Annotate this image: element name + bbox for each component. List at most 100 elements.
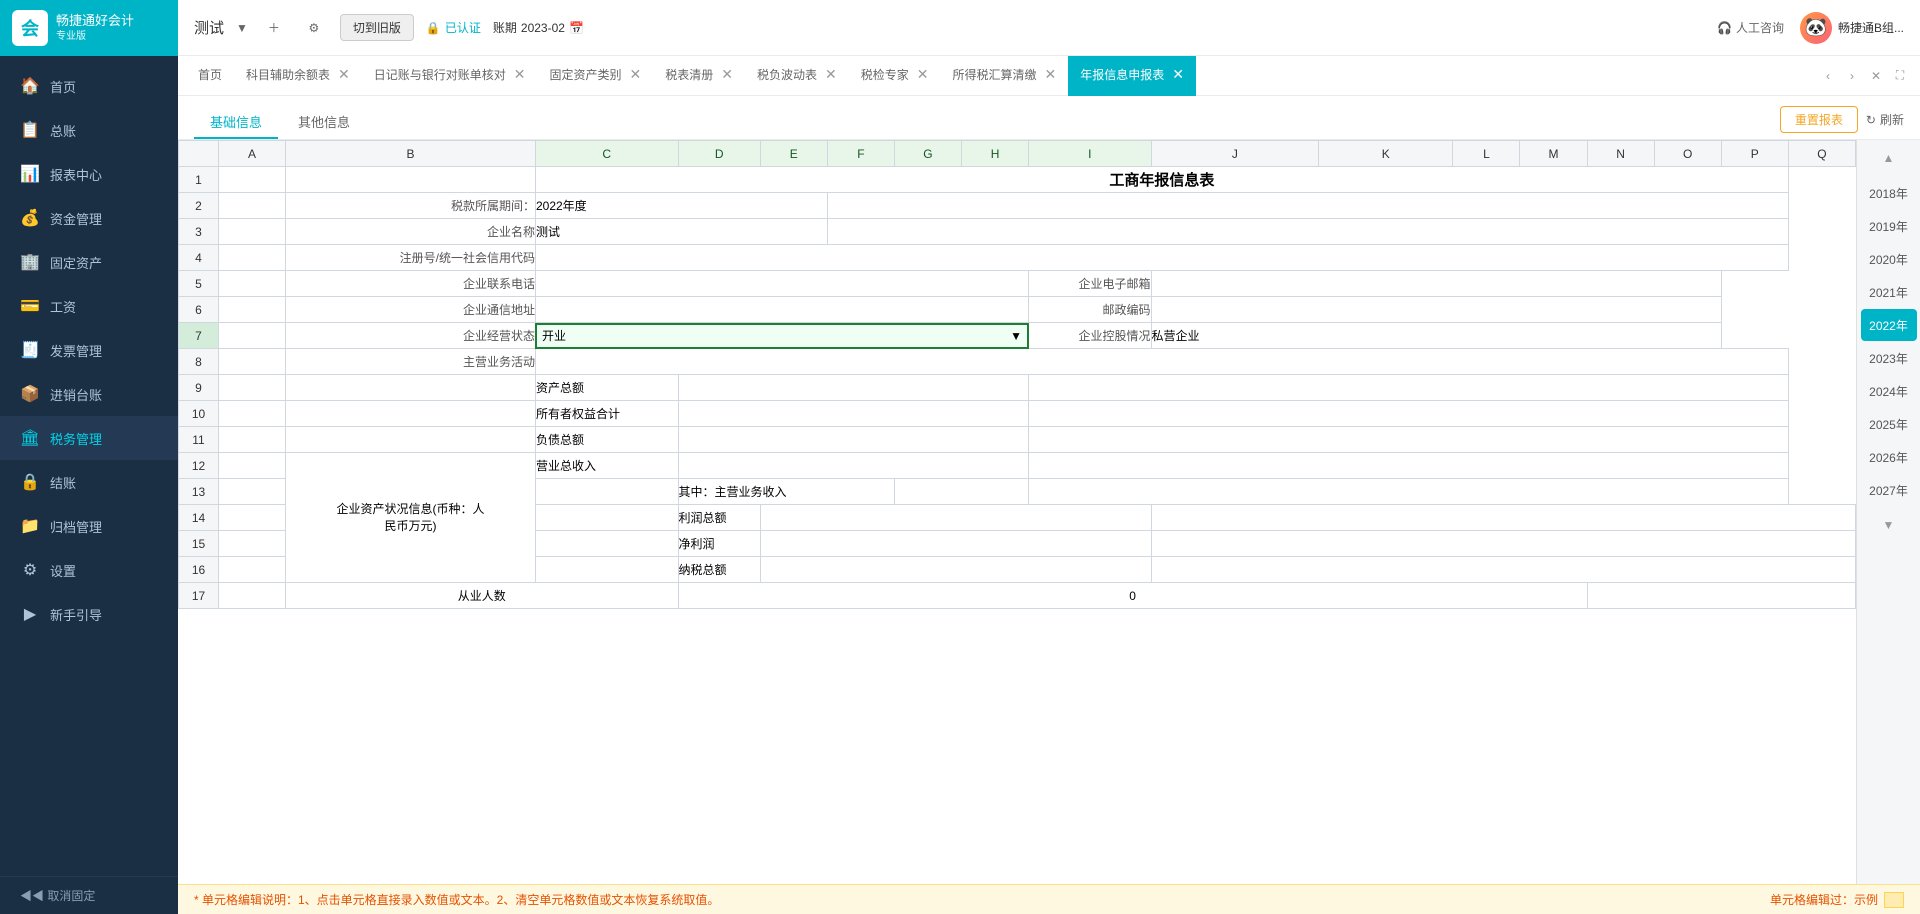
sidebar-item-close[interactable]: 🔒 结账 <box>0 460 178 504</box>
email-cell[interactable] <box>1151 271 1721 297</box>
service-btn[interactable]: 🎧 人工咨询 <box>1717 19 1784 36</box>
net-profit-cell[interactable] <box>760 531 1151 557</box>
topbar-add-btn[interactable]: ＋ <box>260 14 288 42</box>
sidebar-item-guide[interactable]: ▶ 新手引导 <box>0 592 178 636</box>
postcode-cell[interactable] <box>1151 297 1721 323</box>
sidebar-item-invoice[interactable]: 🧾 发票管理 <box>0 328 178 372</box>
title-cell[interactable]: 工商年报信息表 <box>535 167 1788 193</box>
tab-prev-btn[interactable]: ‹ <box>1816 64 1840 88</box>
reg-no-cell[interactable] <box>535 245 1788 271</box>
equity-cell[interactable] <box>678 401 1029 427</box>
address-cell[interactable] <box>535 297 1028 323</box>
year-item-2021年[interactable]: 2021年 <box>1861 276 1917 308</box>
tab-close-fixed[interactable]: ✕ <box>630 66 642 83</box>
reset-btn[interactable]: 重置报表 <box>1780 106 1858 133</box>
phone-cell[interactable] <box>535 271 1028 297</box>
tab-taxcheck[interactable]: 税检专家 ✕ <box>849 56 941 96</box>
sidebar-item-settings[interactable]: ⚙ 设置 <box>0 548 178 592</box>
profit-label: 利润总额 <box>678 505 760 531</box>
col-header-f: F <box>827 141 894 167</box>
avatar: 🐼 <box>1800 12 1832 44</box>
subtab-other[interactable]: 其他信息 <box>282 106 366 139</box>
tab-next-btn[interactable]: › <box>1840 64 1864 88</box>
tab-close-taxreturn[interactable]: ✕ <box>721 66 733 83</box>
tab-aux[interactable]: 科目辅助余额表✕ <box>234 56 362 96</box>
tab-taxreturn[interactable]: 税表清册✕ <box>653 56 745 96</box>
pin-button[interactable]: ◀◀ 取消固定 <box>0 876 178 914</box>
company-name-cell[interactable]: 测试 <box>535 219 827 245</box>
close-icon: 🔒 <box>20 472 40 492</box>
table-row: 6 企业通信地址 邮政编码 <box>179 297 1856 323</box>
topbar-settings-btn[interactable]: ⚙ <box>300 14 328 42</box>
inventory-icon: 📦 <box>20 384 40 404</box>
year-item-2026年[interactable]: 2026年 <box>1861 441 1917 473</box>
tax-icon: 🏛 <box>20 428 40 448</box>
equity-label: 所有者权益合计 <box>535 401 678 427</box>
main-revenue-cell[interactable] <box>894 479 1028 505</box>
tab-close-annual[interactable]: ✕ <box>1172 66 1184 83</box>
topbar-switch-btn[interactable]: 切到旧版 <box>340 14 414 41</box>
year-item-2020年[interactable]: 2020年 <box>1861 243 1917 275</box>
tab-close-all-btn[interactable]: ✕ <box>1864 64 1888 88</box>
sidebar-item-salary[interactable]: 💳 工资 <box>0 284 178 328</box>
year-item-2025年[interactable]: 2025年 <box>1861 408 1917 440</box>
tab-journal[interactable]: 日记账与银行对账单核对✕ <box>362 56 538 96</box>
table-row: 9 资产总额 <box>179 375 1856 401</box>
col-header-i: I <box>1029 141 1151 167</box>
revenue-cell[interactable] <box>678 453 1029 479</box>
sidebar-item-report[interactable]: 📊 报表中心 <box>0 152 178 196</box>
year-item-2027年[interactable]: 2027年 <box>1861 474 1917 506</box>
topbar-dropdown-btn[interactable]: ▼ <box>236 21 248 35</box>
year-item-2019年[interactable]: 2019年 <box>1861 210 1917 242</box>
year-item-2023年[interactable]: 2023年 <box>1861 342 1917 374</box>
year-scroll-down-btn[interactable]: ▼ <box>1869 511 1909 539</box>
holding-cell[interactable]: 私营企业 <box>1151 323 1721 349</box>
col-header-h: H <box>961 141 1028 167</box>
year-item-2022年[interactable]: 2022年 <box>1861 309 1917 341</box>
tab-close-journal[interactable]: ✕ <box>514 66 526 83</box>
tab-annual[interactable]: 年报信息申报表✕ <box>1068 56 1196 96</box>
tab-taxwave[interactable]: 税负波动表 ✕ <box>745 56 849 96</box>
tab-fixed[interactable]: 固定资产类别✕ <box>538 56 654 96</box>
tab-close-aux[interactable]: ✕ <box>338 66 350 83</box>
business-status-cell[interactable]: 开业 ▼ <box>535 323 1028 349</box>
subtab-basic[interactable]: 基础信息 <box>194 106 278 139</box>
tab-expand-btn[interactable]: ⛶ <box>1888 64 1912 88</box>
employees-cell[interactable]: 0 <box>678 583 1587 609</box>
tab-close-taxwave[interactable]: ✕ <box>825 66 837 83</box>
sidebar-item-asset[interactable]: 🏢 固定资产 <box>0 240 178 284</box>
sidebar-item-archive[interactable]: 📁 归档管理 <box>0 504 178 548</box>
tax-total-label: 纳税总额 <box>678 557 760 583</box>
profit-cell[interactable] <box>760 505 1151 531</box>
liabilities-cell[interactable] <box>678 427 1029 453</box>
tab-label-taxcheck: 税检专家 <box>861 66 909 83</box>
topbar-title: 测试 <box>194 17 224 38</box>
table-row: 12 企业资产状况信息(币种：人民币万元) 营业总收入 <box>179 453 1856 479</box>
tab-close-incometax[interactable]: ✕ <box>1045 66 1057 83</box>
tab-home[interactable]: 首页 <box>186 56 234 96</box>
sidebar-item-tax[interactable]: 🏛 税务管理 <box>0 416 178 460</box>
tax-total-cell[interactable] <box>760 557 1151 583</box>
table-row: 10 所有者权益合计 <box>179 401 1856 427</box>
tab-label-taxwave: 税负波动表 <box>757 66 817 83</box>
tab-incometax[interactable]: 所得税汇算清缴✕ <box>941 56 1069 96</box>
sidebar-item-inventory[interactable]: 📦 进销台账 <box>0 372 178 416</box>
year-scroll-up-btn[interactable]: ▲ <box>1869 144 1909 172</box>
sidebar-item-fund[interactable]: 💰 资金管理 <box>0 196 178 240</box>
total-assets-cell[interactable] <box>678 375 1029 401</box>
tabbar-arrows: ‹ › ✕ ⛶ <box>1816 64 1912 88</box>
tab-close-taxcheck[interactable]: ✕ <box>917 66 929 83</box>
main-business-cell[interactable] <box>535 349 1788 375</box>
refresh-btn[interactable]: ↻ 刷新 <box>1866 111 1904 128</box>
asset-info-merged: 企业资产状况信息(币种：人民币万元) <box>286 453 536 583</box>
subtab-right: 重置报表 ↻ 刷新 <box>1780 106 1904 139</box>
year-item-2018年[interactable]: 2018年 <box>1861 177 1917 209</box>
logo: 会 畅捷通好会计 专业版 <box>0 0 178 56</box>
period-value-cell[interactable]: 2022年度 <box>535 193 827 219</box>
logo-text: 畅捷通好会计 专业版 <box>56 13 134 43</box>
sidebar-item-ledger[interactable]: 📋 总账 <box>0 108 178 152</box>
sidebar-item-home[interactable]: 🏠 首页 <box>0 64 178 108</box>
topbar-right: 🎧 人工咨询 🐼 畅捷通B组... <box>1717 12 1904 44</box>
user-menu[interactable]: 🐼 畅捷通B组... <box>1800 12 1904 44</box>
year-item-2024年[interactable]: 2024年 <box>1861 375 1917 407</box>
